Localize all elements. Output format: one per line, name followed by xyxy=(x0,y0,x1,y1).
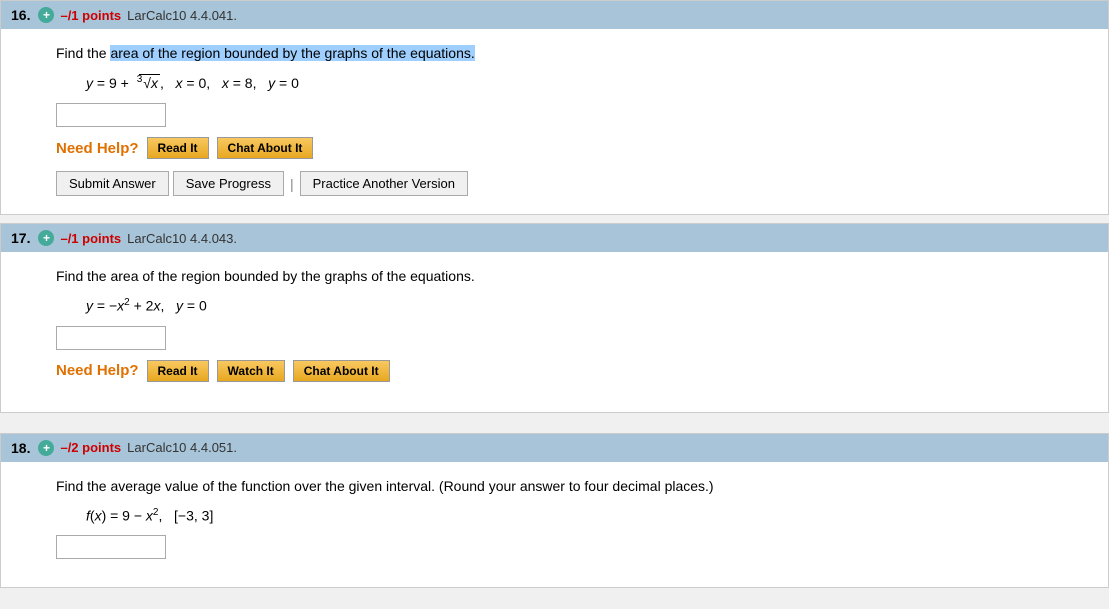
problem-16-equation: y = 9 + 3√x , x = 0, x = 8, y = 0 xyxy=(86,74,1088,91)
read-it-button-17[interactable]: Read It xyxy=(147,360,209,382)
need-help-label-16: Need Help? xyxy=(56,140,139,157)
problem-17: 17. + –/1 points LarCalc10 4.4.043. Find… xyxy=(0,223,1109,413)
problem-16-answer-input[interactable] xyxy=(56,103,166,127)
problem-17-id: LarCalc10 4.4.043. xyxy=(127,231,237,246)
problem-16-actions: Submit Answer Save Progress | Practice A… xyxy=(56,171,1088,196)
watch-it-button-17[interactable]: Watch It xyxy=(217,360,285,382)
divider-16: | xyxy=(290,176,294,192)
question-highlight: area of the region bounded by the graphs… xyxy=(110,45,474,61)
problem-18-id: LarCalc10 4.4.051. xyxy=(127,440,237,455)
problem-16-header: 16. + –/1 points LarCalc10 4.4.041. xyxy=(1,1,1108,29)
spacer xyxy=(0,421,1109,433)
problem-18-equation: f(x) = 9 − x2, [−3, 3] xyxy=(86,507,1088,524)
problem-16-question: Find the area of the region bounded by t… xyxy=(56,43,1088,64)
problem-16-id: LarCalc10 4.4.041. xyxy=(127,8,237,23)
submit-answer-button-16[interactable]: Submit Answer xyxy=(56,171,169,196)
practice-another-version-button-16[interactable]: Practice Another Version xyxy=(300,171,468,196)
plus-icon-17[interactable]: + xyxy=(38,230,54,246)
problem-16-need-help-row: Need Help? Read It Chat About It xyxy=(56,137,1088,159)
problem-18-number: 18. xyxy=(11,440,30,456)
problem-17-equation: y = −x2 + 2x, y = 0 xyxy=(86,297,1088,314)
plus-icon-18[interactable]: + xyxy=(38,440,54,456)
problem-17-need-help-row: Need Help? Read It Watch It Chat About I… xyxy=(56,360,1088,382)
read-it-button-16[interactable]: Read It xyxy=(147,137,209,159)
problem-16-points: –/1 points xyxy=(60,8,121,23)
problem-18-body: Find the average value of the function o… xyxy=(1,462,1108,588)
problem-17-number: 17. xyxy=(11,230,30,246)
problem-17-question: Find the area of the region bounded by t… xyxy=(56,266,1088,287)
problem-17-body: Find the area of the region bounded by t… xyxy=(1,252,1108,412)
save-progress-button-16[interactable]: Save Progress xyxy=(173,171,284,196)
problem-18-points: –/2 points xyxy=(60,440,121,455)
need-help-label-17: Need Help? xyxy=(56,362,139,379)
problem-16-number: 16. xyxy=(11,7,30,23)
problem-17-header: 17. + –/1 points LarCalc10 4.4.043. xyxy=(1,224,1108,252)
problem-18: 18. + –/2 points LarCalc10 4.4.051. Find… xyxy=(0,433,1109,589)
problem-18-header: 18. + –/2 points LarCalc10 4.4.051. xyxy=(1,434,1108,462)
plus-icon-16[interactable]: + xyxy=(38,7,54,23)
problem-18-answer-input[interactable] xyxy=(56,535,166,559)
problem-18-question: Find the average value of the function o… xyxy=(56,476,1088,497)
problem-17-answer-input[interactable] xyxy=(56,326,166,350)
problem-17-points: –/1 points xyxy=(60,231,121,246)
problem-16-body: Find the area of the region bounded by t… xyxy=(1,29,1108,214)
chat-about-it-button-16[interactable]: Chat About It xyxy=(217,137,314,159)
problem-16: 16. + –/1 points LarCalc10 4.4.041. Find… xyxy=(0,0,1109,215)
chat-about-it-button-17[interactable]: Chat About It xyxy=(293,360,390,382)
